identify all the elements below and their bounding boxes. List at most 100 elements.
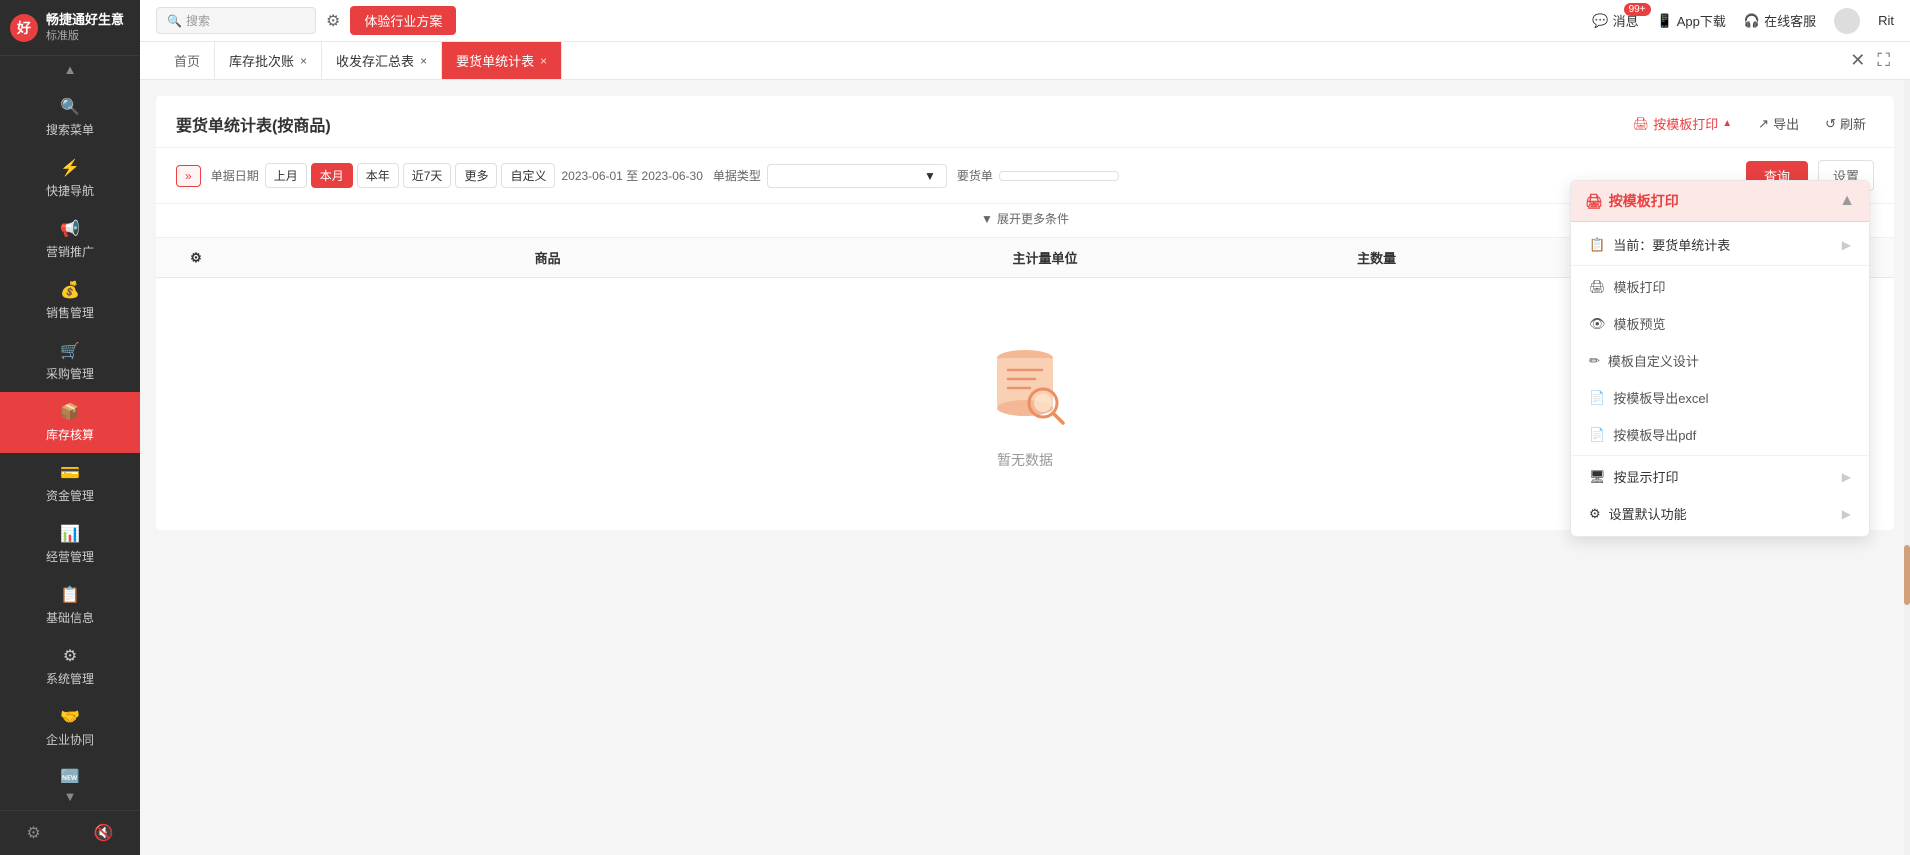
current-item-arrow: ▶ bbox=[1842, 238, 1851, 252]
doctype-select[interactable]: ▼ bbox=[767, 164, 947, 188]
empty-text: 暂无数据 bbox=[997, 450, 1053, 470]
content-area: 要货单统计表(按商品) 🖨 按模板打印 ▲ ↗ 导出 ↺ 刷新 bbox=[140, 80, 1910, 855]
th-product: 商品 bbox=[216, 248, 879, 267]
dropdown-current-left: 📋 当前：要货单统计表 bbox=[1589, 235, 1730, 254]
basic-icon: 📋 bbox=[60, 585, 80, 605]
sidebar-item-label-shortcut: 快捷导航 bbox=[46, 182, 94, 199]
sidebar-item-search[interactable]: 🔍搜索菜单 bbox=[0, 87, 140, 148]
tab-requisition-close[interactable]: × bbox=[540, 54, 547, 68]
topbar-search[interactable]: 🔍 搜索 bbox=[156, 7, 316, 34]
date-prev-month-btn[interactable]: 上月 bbox=[265, 163, 307, 188]
tab-collection-label: 收发存汇总表 bbox=[336, 51, 414, 70]
topbar-gear-icon[interactable]: ⚙ bbox=[326, 11, 340, 31]
sidebar-item-finance[interactable]: 💳 资金管理 bbox=[0, 453, 140, 514]
export-button[interactable]: ↗ 导出 bbox=[1750, 110, 1807, 137]
user-avatar[interactable] bbox=[1834, 8, 1860, 34]
app-version: 标准版 bbox=[46, 29, 124, 43]
inventory-icon: 📦 bbox=[60, 402, 80, 422]
tab-batch[interactable]: 库存批次账 × bbox=[215, 42, 322, 79]
sidebar-item-collab[interactable]: 🤝企业协同 bbox=[0, 697, 140, 758]
print-template-button[interactable]: 🖨 按模板打印 ▲ bbox=[1625, 110, 1740, 137]
sidebar-item-purchase[interactable]: 🛒采购管理 bbox=[0, 331, 140, 392]
refresh-icon: ↺ bbox=[1825, 116, 1836, 132]
date-current-month-btn[interactable]: 本月 bbox=[311, 163, 353, 188]
brand-name: 畅捷通好生意 bbox=[46, 12, 124, 29]
th-settings[interactable]: ⚙ bbox=[176, 250, 216, 266]
scroll-thumb[interactable] bbox=[1904, 545, 1910, 605]
sidebar-scroll-up[interactable]: ▲ bbox=[0, 56, 140, 83]
dropdown-current-item[interactable]: 📋 当前：要货单统计表 ▶ bbox=[1571, 226, 1869, 263]
tab-collection-close[interactable]: × bbox=[420, 54, 427, 68]
sidebar-mute-icon[interactable]: 🔇 bbox=[86, 819, 122, 847]
date-more-btn[interactable]: 更多 bbox=[455, 163, 497, 188]
print-template-arrow-icon: ▲ bbox=[1722, 118, 1732, 129]
tab-home[interactable]: 首页 bbox=[160, 42, 215, 79]
dropdown-template-preview[interactable]: 👁 模板预览 bbox=[1571, 305, 1869, 342]
refresh-label: 刷新 bbox=[1840, 114, 1866, 133]
tab-collection[interactable]: 收发存汇总表 × bbox=[322, 42, 442, 79]
template-print-left: 🖨 模板打印 bbox=[1589, 277, 1666, 296]
sidebar-item-sales[interactable]: 💰销售管理 bbox=[0, 270, 140, 331]
requisition-input[interactable] bbox=[999, 171, 1119, 181]
tab-requisition[interactable]: 要货单统计表 × bbox=[442, 42, 562, 79]
dropdown-export-excel[interactable]: 📄 按模板导出excel bbox=[1571, 379, 1869, 416]
filter-requisition-group: 要货单 bbox=[957, 167, 1119, 184]
expand-more-button[interactable]: ▼ 展开更多条件 bbox=[981, 210, 1069, 227]
sidebar-item-basic[interactable]: 📋基础信息 bbox=[0, 575, 140, 636]
sidebar-item-shortcut[interactable]: ⚡快捷导航 bbox=[0, 148, 140, 209]
sidebar-item-label-collab: 企业协同 bbox=[46, 731, 94, 748]
date-last7-btn[interactable]: 近7天 bbox=[403, 163, 452, 188]
app-download-button[interactable]: 📱 App下载 bbox=[1657, 11, 1726, 30]
default-settings-arrow: ▶ bbox=[1842, 507, 1851, 521]
th-unit: 主计量单位 bbox=[879, 248, 1211, 267]
refresh-button[interactable]: ↺ 刷新 bbox=[1817, 110, 1874, 137]
page-actions: 🖨 按模板打印 ▲ ↗ 导出 ↺ 刷新 bbox=[1625, 110, 1874, 137]
display-print-label: 按显示打印 bbox=[1614, 467, 1679, 486]
online-service-button[interactable]: 🎧 在线客服 bbox=[1744, 11, 1816, 30]
tab-batch-close[interactable]: × bbox=[300, 54, 307, 68]
sales-icon: 💰 bbox=[60, 280, 80, 300]
finance-icon: 💳 bbox=[60, 463, 80, 483]
sidebar-scroll-down[interactable]: ▼ bbox=[0, 783, 140, 810]
template-preview-icon: 👁 bbox=[1589, 316, 1606, 332]
tab-close-all-icon[interactable]: ✕ bbox=[1846, 48, 1869, 73]
sidebar-item-system[interactable]: ⚙系统管理 bbox=[0, 636, 140, 697]
page-header: 要货单统计表(按商品) 🖨 按模板打印 ▲ ↗ 导出 ↺ 刷新 bbox=[156, 96, 1894, 148]
default-settings-left: ⚙ 设置默认功能 bbox=[1589, 504, 1687, 523]
dropdown-body: 📋 当前：要货单统计表 ▶ 🖨 模板打印 👁 bbox=[1571, 222, 1869, 536]
export-pdf-left: 📄 按模板导出pdf bbox=[1589, 425, 1696, 444]
trial-button[interactable]: 体验行业方案 bbox=[350, 6, 456, 35]
display-print-arrow: ▶ bbox=[1842, 470, 1851, 484]
sidebar-item-guide[interactable]: 🆕新手引导 bbox=[0, 758, 140, 783]
date-current-year-btn[interactable]: 本年 bbox=[357, 163, 399, 188]
sidebar-item-inventory[interactable]: 📦库存核算 bbox=[0, 392, 140, 453]
filter-expand-button[interactable]: » bbox=[176, 165, 201, 187]
dropdown-export-pdf[interactable]: 📄 按模板导出pdf bbox=[1571, 416, 1869, 453]
default-settings-icon: ⚙ bbox=[1589, 506, 1601, 522]
sidebar-item-label-search: 搜索菜单 bbox=[46, 121, 94, 138]
app-download-label: App下载 bbox=[1677, 11, 1726, 30]
message-badge: 99+ bbox=[1624, 3, 1651, 16]
messages-button[interactable]: 💬 消息 99+ bbox=[1592, 11, 1638, 30]
sidebar-settings-icon[interactable]: ⚙ bbox=[18, 819, 48, 847]
print-template-dropdown: 🖨 按模板打印 ▲ 📋 当前：要货单统计表 ▶ bbox=[1570, 180, 1870, 537]
operation-icon: 📊 bbox=[60, 524, 80, 544]
print-template-icon: 🖨 bbox=[1633, 116, 1650, 132]
filter-date-group: 单据日期 上月 本月 本年 近7天 更多 自定义 2023-06-01 至 20… bbox=[211, 163, 703, 188]
system-icon: ⚙ bbox=[63, 646, 77, 666]
tab-maximize-icon[interactable]: ⛶ bbox=[1873, 48, 1894, 73]
sidebar-item-label-finance: 资金管理 bbox=[46, 487, 94, 504]
tabbar: 首页 库存批次账 × 收发存汇总表 × 要货单统计表 × ✕ ⛶ bbox=[140, 42, 1910, 80]
dropdown-display-print[interactable]: 🖥 按显示打印 ▶ bbox=[1571, 458, 1869, 495]
sidebar-item-operation[interactable]: 📊经营管理 bbox=[0, 514, 140, 575]
dropdown-template-design[interactable]: ✏ 模板自定义设计 bbox=[1571, 342, 1869, 379]
topbar-right: 💬 消息 99+ 📱 App下载 🎧 在线客服 Rit bbox=[1592, 8, 1894, 34]
dropdown-header: 🖨 按模板打印 ▲ bbox=[1571, 181, 1869, 222]
dropdown-title: 按模板打印 bbox=[1609, 191, 1679, 211]
sidebar-item-marketing[interactable]: 📢营销推广 bbox=[0, 209, 140, 270]
dropdown-close-button[interactable]: ▲ bbox=[1839, 192, 1855, 210]
sidebar-item-label-marketing: 营销推广 bbox=[46, 243, 94, 260]
dropdown-template-print[interactable]: 🖨 模板打印 bbox=[1571, 268, 1869, 305]
dropdown-default-settings[interactable]: ⚙ 设置默认功能 ▶ bbox=[1571, 495, 1869, 532]
date-custom-btn[interactable]: 自定义 bbox=[501, 163, 555, 188]
